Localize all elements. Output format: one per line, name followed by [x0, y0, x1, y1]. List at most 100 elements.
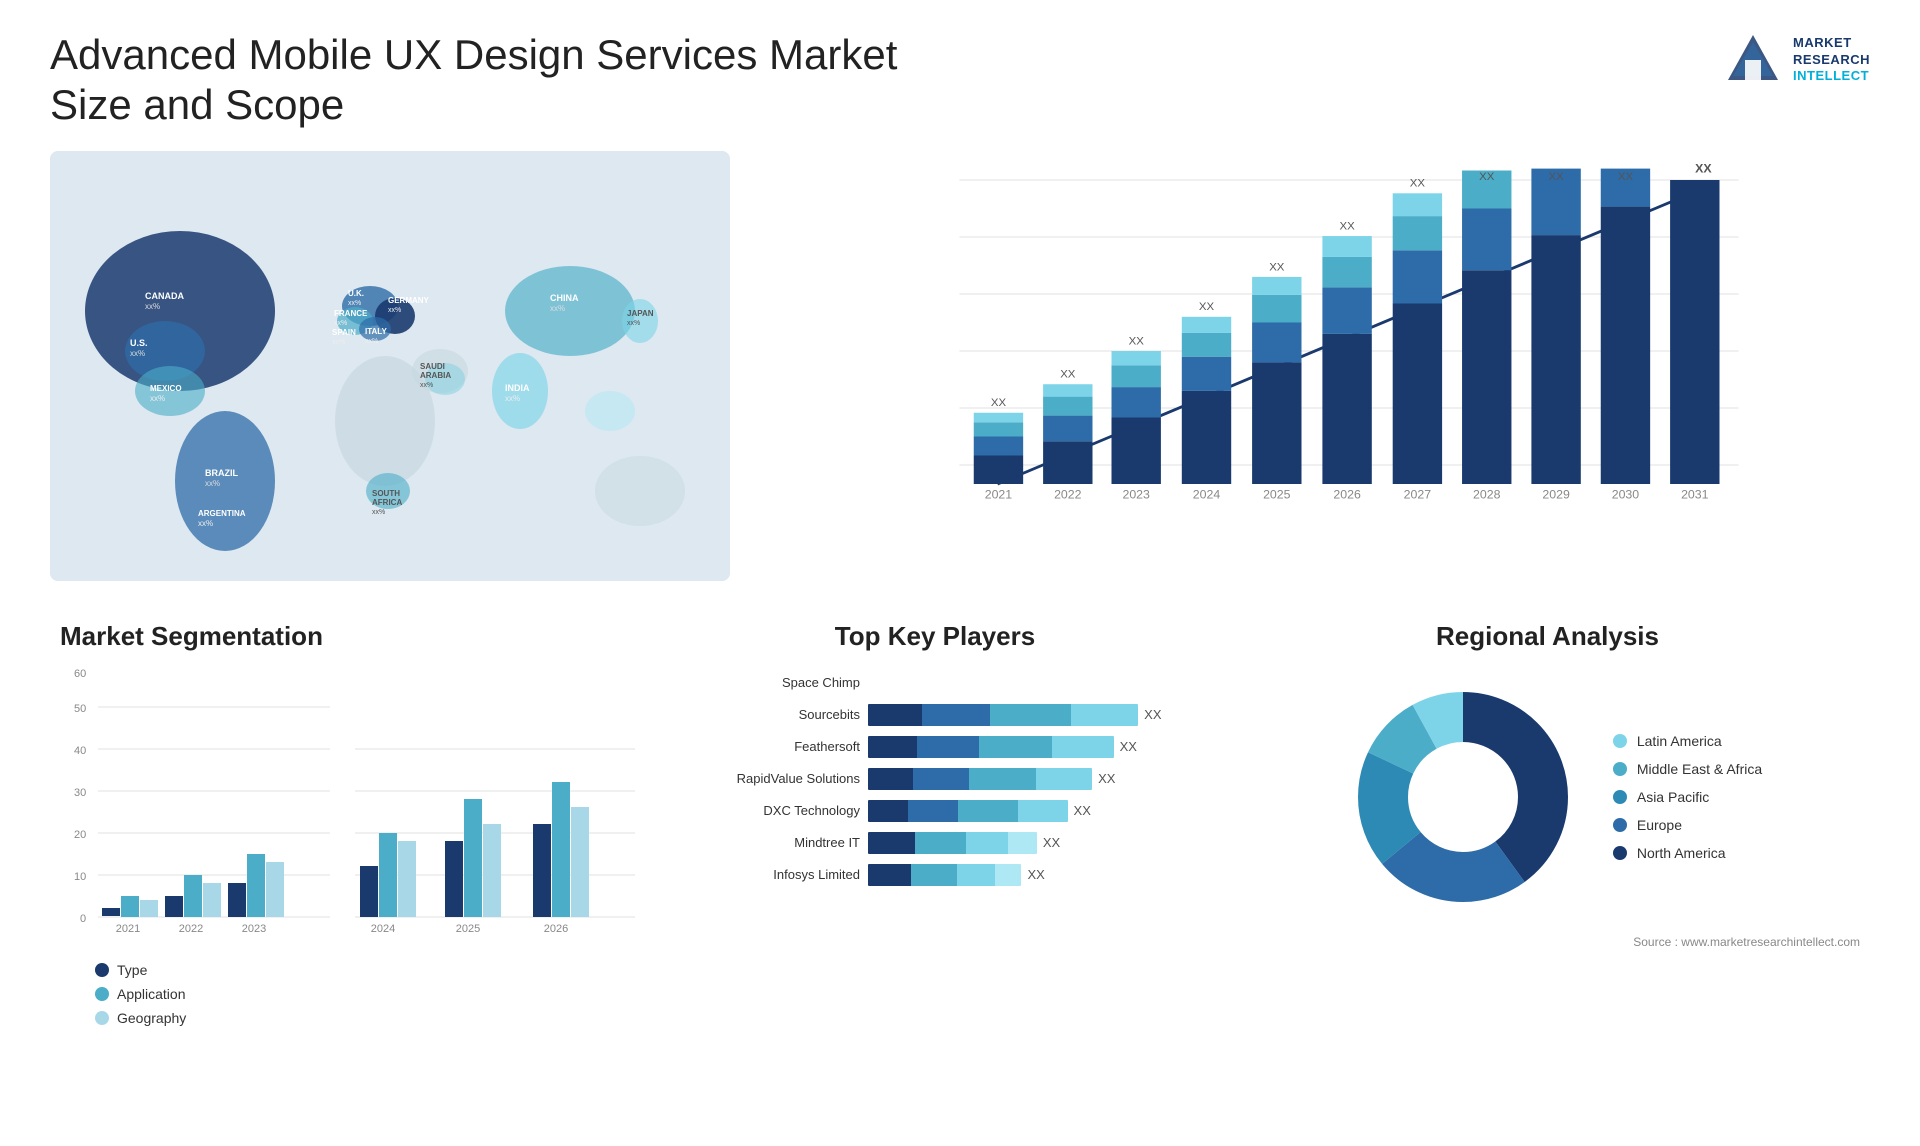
- svg-text:2027: 2027: [1404, 487, 1432, 501]
- svg-text:XX: XX: [1199, 301, 1215, 313]
- player-bar: [868, 768, 1092, 790]
- svg-text:xx%: xx%: [627, 320, 640, 327]
- svg-text:2030: 2030: [1612, 487, 1640, 501]
- legend-europe: Europe: [1613, 817, 1762, 833]
- player-name: Space Chimp: [695, 675, 860, 690]
- svg-text:XX: XX: [1695, 161, 1712, 175]
- player-bar-area: XX: [868, 864, 1175, 886]
- svg-text:xx%: xx%: [365, 338, 378, 345]
- svg-text:60: 60: [74, 668, 86, 680]
- svg-text:2023: 2023: [242, 923, 266, 935]
- latin-america-label: Latin America: [1637, 733, 1722, 749]
- player-value: XX: [1043, 835, 1060, 850]
- svg-text:2025: 2025: [1263, 487, 1291, 501]
- svg-text:XX: XX: [1060, 368, 1076, 380]
- svg-text:2031: 2031: [1681, 487, 1709, 501]
- source-text: Source : www.marketresearchintellect.com: [1235, 935, 1860, 949]
- svg-text:xx%: xx%: [420, 382, 433, 389]
- player-bar-area: [868, 672, 1175, 694]
- legend-type: Type: [95, 962, 635, 978]
- svg-text:xx%: xx%: [198, 519, 213, 528]
- player-row: DXC Technology XX: [695, 800, 1175, 822]
- player-value: XX: [1098, 771, 1115, 786]
- regional-legend: Latin America Middle East & Africa Asia …: [1613, 733, 1762, 861]
- segmentation-chart-2: 2024 2025 2026: [355, 667, 635, 947]
- geography-label: Geography: [117, 1010, 186, 1026]
- player-value: XX: [1144, 707, 1161, 722]
- legend-north-america: North America: [1613, 845, 1762, 861]
- bar-chart-container: 2021 XX 2022 XX 2023 XX: [760, 151, 1870, 581]
- svg-text:U.S.: U.S.: [130, 338, 148, 348]
- svg-text:2022: 2022: [1054, 487, 1082, 501]
- player-bar-area: XX: [868, 800, 1175, 822]
- player-row: Mindtree IT XX: [695, 832, 1175, 854]
- legend-application: Application: [95, 986, 635, 1002]
- north-america-label: North America: [1637, 845, 1726, 861]
- svg-text:XX: XX: [1410, 177, 1426, 189]
- svg-text:ARGENTINA: ARGENTINA: [198, 509, 246, 518]
- player-name: Feathersoft: [695, 739, 860, 754]
- player-bar-area: XX: [868, 704, 1175, 726]
- svg-text:2023: 2023: [1122, 487, 1150, 501]
- svg-text:XX: XX: [1269, 261, 1285, 273]
- player-value: XX: [1028, 867, 1045, 882]
- svg-text:20: 20: [74, 829, 86, 841]
- svg-text:2022: 2022: [179, 923, 203, 935]
- svg-text:xx%: xx%: [205, 479, 220, 488]
- donut-chart: [1333, 667, 1593, 927]
- top-section: CANADA xx% U.S. xx% MEXICO xx% BRAZIL xx…: [50, 151, 1870, 581]
- svg-text:SOUTH: SOUTH: [372, 489, 400, 498]
- svg-text:xx%: xx%: [550, 304, 565, 313]
- map-container: CANADA xx% U.S. xx% MEXICO xx% BRAZIL xx…: [50, 151, 730, 581]
- europe-label: Europe: [1637, 817, 1682, 833]
- europe-dot: [1613, 818, 1627, 832]
- players-title: Top Key Players: [695, 621, 1175, 652]
- player-row: Space Chimp: [695, 672, 1175, 694]
- svg-text:10: 10: [74, 871, 86, 883]
- svg-text:2024: 2024: [1193, 487, 1221, 501]
- player-bar: [868, 736, 1114, 758]
- svg-text:2021: 2021: [116, 923, 140, 935]
- svg-text:2021: 2021: [985, 487, 1013, 501]
- svg-text:XX: XX: [1129, 335, 1145, 347]
- svg-text:xx%: xx%: [150, 394, 165, 403]
- application-label: Application: [117, 986, 186, 1002]
- player-value: XX: [1120, 739, 1137, 754]
- type-dot: [95, 963, 109, 977]
- segmentation-chart: 0 10 20 30 40 50 60: [60, 667, 340, 947]
- player-bar-area: XX: [868, 768, 1175, 790]
- regional-title: Regional Analysis: [1235, 621, 1860, 652]
- mea-label: Middle East & Africa: [1637, 761, 1762, 777]
- svg-text:BRAZIL: BRAZIL: [205, 468, 238, 478]
- svg-text:ARABIA: ARABIA: [420, 371, 451, 380]
- svg-text:2026: 2026: [544, 923, 568, 935]
- seg-legend: Type Application Geography: [60, 962, 635, 1026]
- svg-text:xx%: xx%: [348, 300, 361, 307]
- svg-text:MEXICO: MEXICO: [150, 384, 182, 393]
- bar-chart-svg: 2021 XX 2022 XX 2023 XX: [810, 161, 1850, 541]
- svg-text:40: 40: [74, 745, 86, 757]
- player-row: Feathersoft XX: [695, 736, 1175, 758]
- player-name: DXC Technology: [695, 803, 860, 818]
- svg-text:2025: 2025: [456, 923, 480, 935]
- asia-pacific-dot: [1613, 790, 1627, 804]
- bottom-section: Market Segmentation 0 10 20 30 40 50 60: [50, 611, 1870, 1031]
- svg-text:50: 50: [74, 703, 86, 715]
- player-row: RapidValue Solutions XX: [695, 768, 1175, 790]
- world-map-svg: CANADA xx% U.S. xx% MEXICO xx% BRAZIL xx…: [50, 151, 730, 581]
- svg-text:GERMANY: GERMANY: [388, 296, 430, 305]
- svg-text:XX: XX: [1479, 171, 1495, 183]
- svg-text:xx%: xx%: [130, 349, 145, 358]
- player-bar: [868, 704, 1138, 726]
- svg-text:xx%: xx%: [388, 307, 401, 314]
- player-bar: [868, 832, 1037, 854]
- svg-text:xx%: xx%: [145, 302, 160, 311]
- svg-text:ITALY: ITALY: [365, 327, 387, 336]
- svg-text:XX: XX: [1618, 171, 1634, 183]
- legend-asia-pacific: Asia Pacific: [1613, 789, 1762, 805]
- player-name: RapidValue Solutions: [695, 771, 860, 786]
- regional-content: Latin America Middle East & Africa Asia …: [1235, 667, 1860, 927]
- svg-text:xx%: xx%: [372, 509, 385, 516]
- player-value: XX: [1074, 803, 1091, 818]
- segmentation-container: Market Segmentation 0 10 20 30 40 50 60: [50, 611, 645, 1031]
